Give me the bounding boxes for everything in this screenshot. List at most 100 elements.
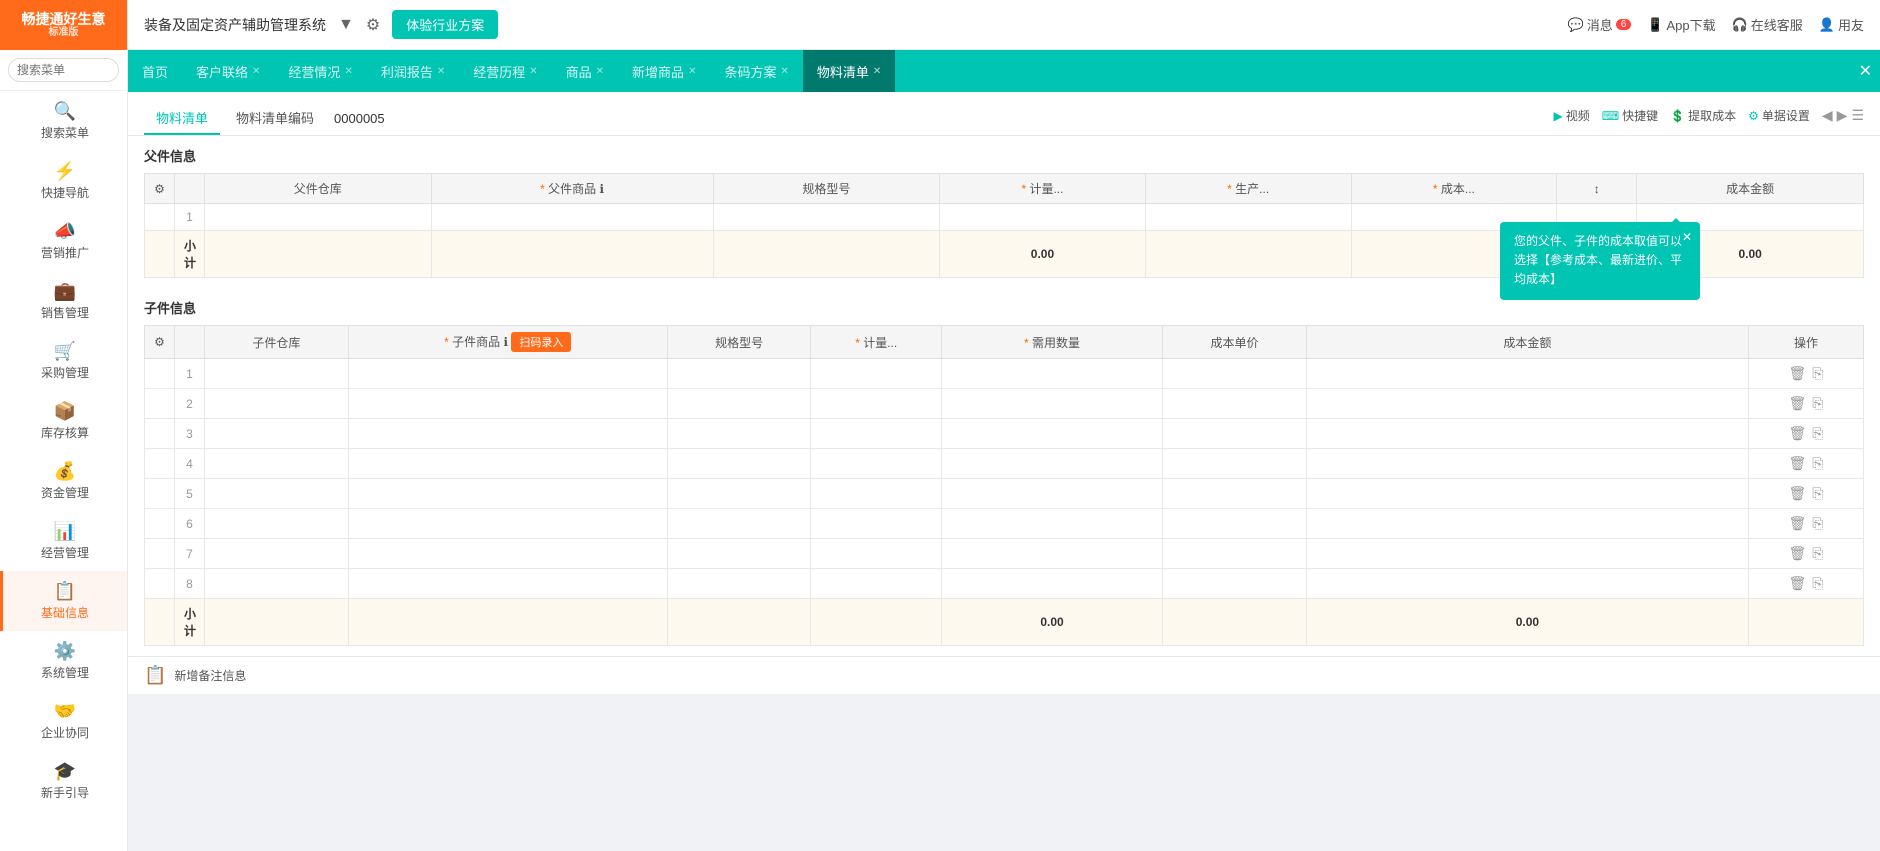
close-icon[interactable]: ✕ bbox=[344, 66, 352, 77]
single-setting-btn[interactable]: ⚙ 单据设置 bbox=[1748, 107, 1810, 124]
copy-icon[interactable]: ⎘ bbox=[1812, 515, 1823, 532]
tab-new-goods[interactable]: 新增商品 ✕ bbox=[618, 50, 710, 92]
delete-icon[interactable]: 🗑 bbox=[1789, 365, 1807, 382]
cell-quantity[interactable] bbox=[941, 479, 1162, 509]
cell-unit[interactable] bbox=[811, 359, 942, 389]
copy-icon[interactable]: ⎘ bbox=[1812, 485, 1823, 502]
cell-spec[interactable] bbox=[667, 539, 811, 569]
sidebar-item-purchase[interactable]: 🛒 采购管理 bbox=[0, 331, 127, 391]
user-menu[interactable]: 👤 用友 bbox=[1819, 15, 1864, 34]
message-btn[interactable]: 💬 消息 6 bbox=[1568, 15, 1632, 34]
cell-warehouse[interactable] bbox=[205, 389, 349, 419]
row-production-cell[interactable] bbox=[1145, 204, 1351, 231]
cell-unit-cost[interactable] bbox=[1163, 359, 1307, 389]
tab-home[interactable]: 首页 bbox=[128, 50, 182, 92]
tab-customer[interactable]: 客户联络 ✕ bbox=[182, 50, 274, 92]
cell-spec[interactable] bbox=[667, 509, 811, 539]
cell-warehouse[interactable] bbox=[205, 569, 349, 599]
cell-quantity[interactable] bbox=[941, 389, 1162, 419]
app-download-btn[interactable]: 📱 App下载 bbox=[1647, 15, 1715, 34]
sidebar-item-cooperation[interactable]: 🤝 企业协同 bbox=[0, 691, 127, 751]
cell-goods[interactable] bbox=[348, 419, 667, 449]
extract-cost-btn[interactable]: 💲 提取成本 bbox=[1670, 107, 1736, 124]
cell-spec[interactable] bbox=[667, 389, 811, 419]
cell-quantity[interactable] bbox=[941, 419, 1162, 449]
cell-warehouse[interactable] bbox=[205, 359, 349, 389]
cell-unit-cost[interactable] bbox=[1163, 389, 1307, 419]
cell-unit[interactable] bbox=[811, 389, 942, 419]
cell-unit[interactable] bbox=[811, 419, 942, 449]
sidebar-item-marketing[interactable]: 📣 营销推广 bbox=[0, 211, 127, 271]
prev-page-icon[interactable]: ◀ bbox=[1822, 107, 1833, 124]
shortcut-btn[interactable]: ⌨ 快捷键 bbox=[1602, 107, 1658, 124]
sidebar-item-finance[interactable]: 💰 资金管理 bbox=[0, 451, 127, 511]
cell-quantity[interactable] bbox=[941, 449, 1162, 479]
cell-warehouse[interactable] bbox=[205, 539, 349, 569]
cell-goods[interactable] bbox=[348, 479, 667, 509]
cell-goods[interactable] bbox=[348, 509, 667, 539]
delete-icon[interactable]: 🗑 bbox=[1789, 395, 1807, 412]
sidebar-item-sales[interactable]: 💼 销售管理 bbox=[0, 271, 127, 331]
delete-icon[interactable]: 🗑 bbox=[1789, 515, 1807, 532]
tooltip-close-btn[interactable]: ✕ bbox=[1682, 228, 1692, 247]
tab-operation-status[interactable]: 经营情况 ✕ bbox=[274, 50, 366, 92]
copy-icon[interactable]: ⎘ bbox=[1812, 455, 1823, 472]
cell-unit[interactable] bbox=[811, 569, 942, 599]
copy-icon[interactable]: ⎘ bbox=[1812, 395, 1823, 412]
view-btn[interactable]: ▶ 视频 bbox=[1554, 107, 1590, 124]
row-spec-cell[interactable] bbox=[713, 204, 940, 231]
copy-icon[interactable]: ⎘ bbox=[1812, 365, 1823, 382]
sidebar-item-guide[interactable]: 🎓 新手引导 bbox=[0, 751, 127, 811]
delete-icon[interactable]: 🗑 bbox=[1789, 545, 1807, 562]
cell-goods[interactable] bbox=[348, 359, 667, 389]
delete-icon[interactable]: 🗑 bbox=[1789, 485, 1807, 502]
sidebar-item-operation[interactable]: 📊 经营管理 bbox=[0, 511, 127, 571]
copy-icon[interactable]: ⎘ bbox=[1812, 575, 1823, 592]
row-goods-cell[interactable] bbox=[431, 204, 713, 231]
cell-unit-cost[interactable] bbox=[1163, 449, 1307, 479]
tab-operation-history[interactable]: 经营历程 ✕ bbox=[459, 50, 551, 92]
cell-spec[interactable] bbox=[667, 569, 811, 599]
sub-tab-bom-list[interactable]: 物料清单 bbox=[144, 102, 220, 135]
close-icon[interactable]: ✕ bbox=[688, 66, 696, 77]
sidebar-item-quick-nav[interactable]: ⚡ 快捷导航 bbox=[0, 151, 127, 211]
tab-barcode[interactable]: 条码方案 ✕ bbox=[710, 50, 802, 92]
experience-btn[interactable]: 体验行业方案 bbox=[392, 10, 498, 39]
copy-icon[interactable]: ⎘ bbox=[1812, 545, 1823, 562]
cell-unit-cost[interactable] bbox=[1163, 539, 1307, 569]
cell-warehouse[interactable] bbox=[205, 479, 349, 509]
close-icon[interactable]: ✕ bbox=[780, 66, 788, 77]
cell-warehouse[interactable] bbox=[205, 419, 349, 449]
sub-tab-bom-code[interactable]: 物料清单编码 bbox=[224, 102, 326, 135]
close-all-icon[interactable]: ✕ bbox=[1859, 61, 1872, 81]
cell-spec[interactable] bbox=[667, 419, 811, 449]
tab-profit[interactable]: 利润报告 ✕ bbox=[367, 50, 459, 92]
scan-btn[interactable]: 扫码录入 bbox=[511, 332, 571, 352]
close-icon[interactable]: ✕ bbox=[252, 66, 260, 77]
cell-unit[interactable] bbox=[811, 479, 942, 509]
cell-spec[interactable] bbox=[667, 479, 811, 509]
cell-quantity[interactable] bbox=[941, 539, 1162, 569]
settings-icon[interactable]: ⚙ bbox=[366, 15, 380, 35]
cell-unit[interactable] bbox=[811, 539, 942, 569]
add-note-text[interactable]: 新增备注信息 bbox=[174, 667, 246, 684]
cell-goods[interactable] bbox=[348, 449, 667, 479]
cell-unit-cost[interactable] bbox=[1163, 479, 1307, 509]
delete-icon[interactable]: 🗑 bbox=[1789, 455, 1807, 472]
cell-warehouse[interactable] bbox=[205, 449, 349, 479]
row-unit-cell[interactable] bbox=[940, 204, 1146, 231]
cell-unit-cost[interactable] bbox=[1163, 419, 1307, 449]
grid-view-icon[interactable]: ☰ bbox=[1851, 107, 1864, 124]
sidebar-item-basic-info[interactable]: 📋 基础信息 bbox=[0, 571, 127, 631]
cell-spec[interactable] bbox=[667, 359, 811, 389]
cell-quantity[interactable] bbox=[941, 509, 1162, 539]
sidebar-item-search[interactable]: 🔍 搜索菜单 bbox=[0, 91, 127, 151]
delete-icon[interactable]: 🗑 bbox=[1789, 425, 1807, 442]
sidebar-item-system[interactable]: ⚙️ 系统管理 bbox=[0, 631, 127, 691]
tab-close-all[interactable]: ✕ bbox=[1859, 61, 1880, 81]
close-icon[interactable]: ✕ bbox=[596, 66, 604, 77]
row-warehouse-cell[interactable] bbox=[205, 204, 432, 231]
cell-goods[interactable] bbox=[348, 389, 667, 419]
cell-goods[interactable] bbox=[348, 569, 667, 599]
cell-unit-cost[interactable] bbox=[1163, 569, 1307, 599]
